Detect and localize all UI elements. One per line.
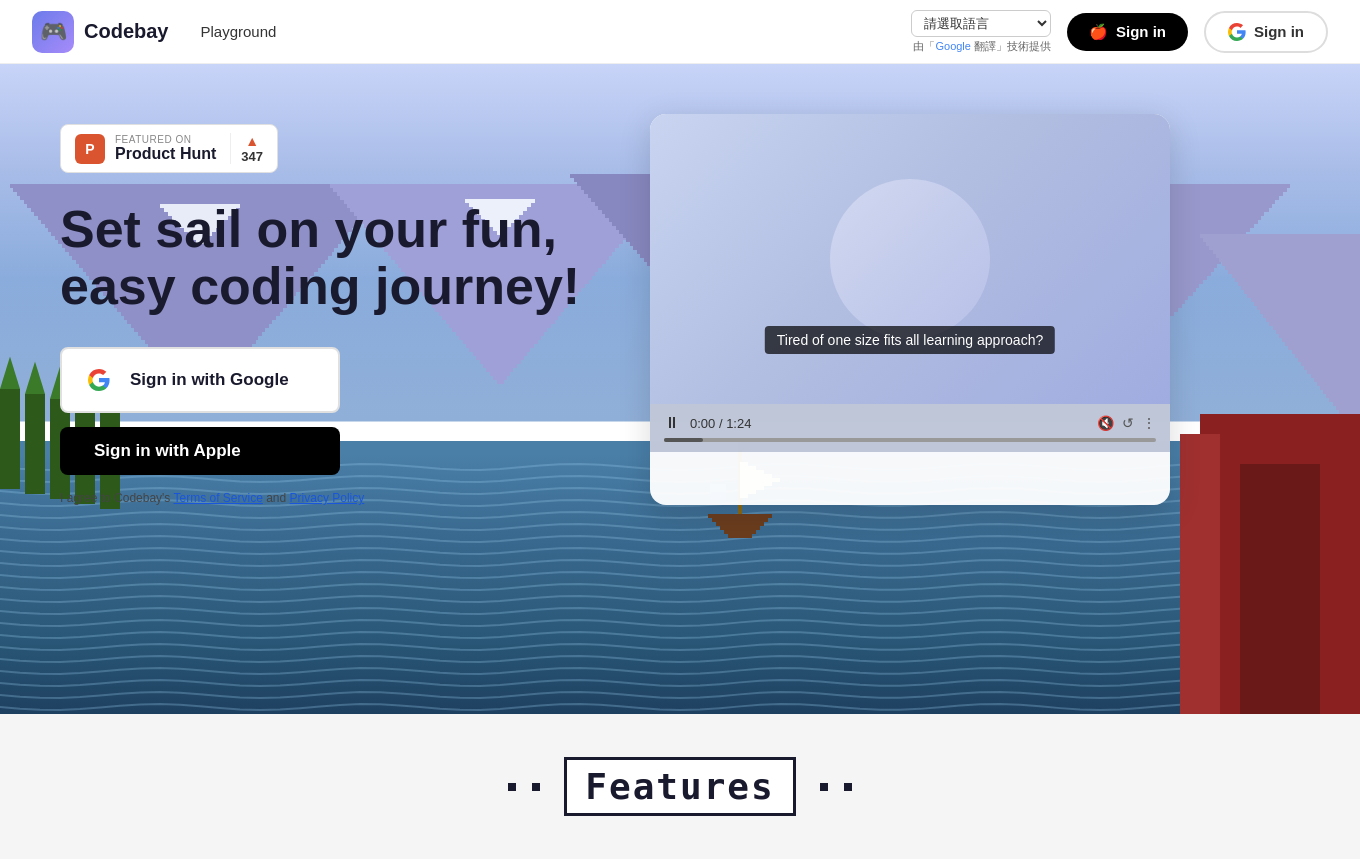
google-icon-wrap [82,363,116,397]
navbar-apple-signin-button[interactable]: 🍎 Sign in [1067,13,1188,51]
pixel-dot-right2 [844,783,852,791]
logo-text: Codebay [84,20,168,43]
features-title-wrap: Features [508,757,851,816]
navbar-right: 請選取語言 由「Google 翻譯」技術提供 🍎 Sign in Sign in [911,10,1328,54]
upvote-count: 347 [241,149,263,164]
hero-content: P FEATURED ON Product Hunt ▲ 347 Set sai… [0,64,1360,505]
product-hunt-badge[interactable]: P FEATURED ON Product Hunt ▲ 347 [60,124,278,173]
video-time: 0:00 / 1:24 [690,416,751,431]
apple-signin-button[interactable]: Sign in with Apple [60,427,340,475]
fullscreen-icon[interactable]: ↺ [1122,415,1134,431]
terms-prefix: I agree to Codebay's [60,491,173,505]
navbar-google-signin-button[interactable]: Sign in [1204,11,1328,53]
apple-icon: 🍎 [1089,23,1108,41]
navbar-google-signin-label: Sign in [1254,23,1304,40]
headline-line1: Set sail on your fun, [60,200,557,258]
features-title: Features [564,757,795,816]
google-g-icon [1228,23,1246,41]
video-controls: ⏸ 0:00 / 1:24 🔇 ↺ ⋮ [650,404,1170,452]
google-signin-button[interactable]: Sign in with Google [60,347,340,413]
upvote-arrow-icon: ▲ [245,133,259,149]
language-selector-wrap: 請選取語言 由「Google 翻譯」技術提供 [911,10,1051,54]
video-progress-fill [664,438,703,442]
terms-and: and [263,491,290,505]
logo-icon: 🎮 [32,11,74,53]
hero-section: P FEATURED ON Product Hunt ▲ 347 Set sai… [0,64,1360,714]
terms-text: I agree to Codebay's Terms of Service an… [60,491,610,505]
google-g-signin-icon [88,369,110,391]
hero-headline: Set sail on your fun, easy coding journe… [60,201,610,315]
product-hunt-icon: P [75,134,105,164]
video-controls-right: 🔇 ↺ ⋮ [1097,415,1156,431]
language-select[interactable]: 請選取語言 [911,10,1051,37]
pause-button[interactable]: ⏸ [664,414,680,432]
product-hunt-upvote: ▲ 347 [230,133,263,164]
video-thumbnail: Tired of one size fits all learning appr… [650,114,1170,404]
video-card: Tired of one size fits all learning appr… [650,114,1170,505]
product-hunt-text: FEATURED ON Product Hunt [115,134,216,163]
pixel-dot-left [508,783,516,791]
video-avatar [830,179,990,339]
more-icon[interactable]: ⋮ [1142,415,1156,431]
logo-emoji: 🎮 [40,19,67,45]
video-time-row: ⏸ 0:00 / 1:24 🔇 ↺ ⋮ [664,414,1156,432]
pixel-dot-right [820,783,828,791]
navbar-apple-signin-label: Sign in [1116,23,1166,40]
featured-on-label: FEATURED ON [115,134,216,145]
headline-line2: easy coding journey! [60,257,580,315]
google-brand: Google [935,40,970,52]
logo: 🎮 Codebay [32,11,168,53]
apple-signin-label: Sign in with Apple [94,441,241,461]
features-section: Features [0,714,1360,859]
terms-of-service-link[interactable]: Terms of Service [173,491,262,505]
playground-nav-link[interactable]: Playground [200,23,276,40]
video-progress-bar[interactable] [664,438,1156,442]
product-hunt-name: Product Hunt [115,145,216,163]
video-caption: Tired of one size fits all learning appr… [765,326,1055,354]
hero-left: P FEATURED ON Product Hunt ▲ 347 Set sai… [60,104,610,505]
google-signin-label: Sign in with Google [130,370,289,390]
privacy-policy-link[interactable]: Privacy Policy [290,491,365,505]
navbar-left: 🎮 Codebay Playground [32,11,276,53]
pixel-dot-left2 [532,783,540,791]
mute-icon[interactable]: 🔇 [1097,415,1114,431]
navbar: 🎮 Codebay Playground 請選取語言 由「Google 翻譯」技… [0,0,1360,64]
lang-credit: 由「Google 翻譯」技術提供 [913,39,1051,54]
